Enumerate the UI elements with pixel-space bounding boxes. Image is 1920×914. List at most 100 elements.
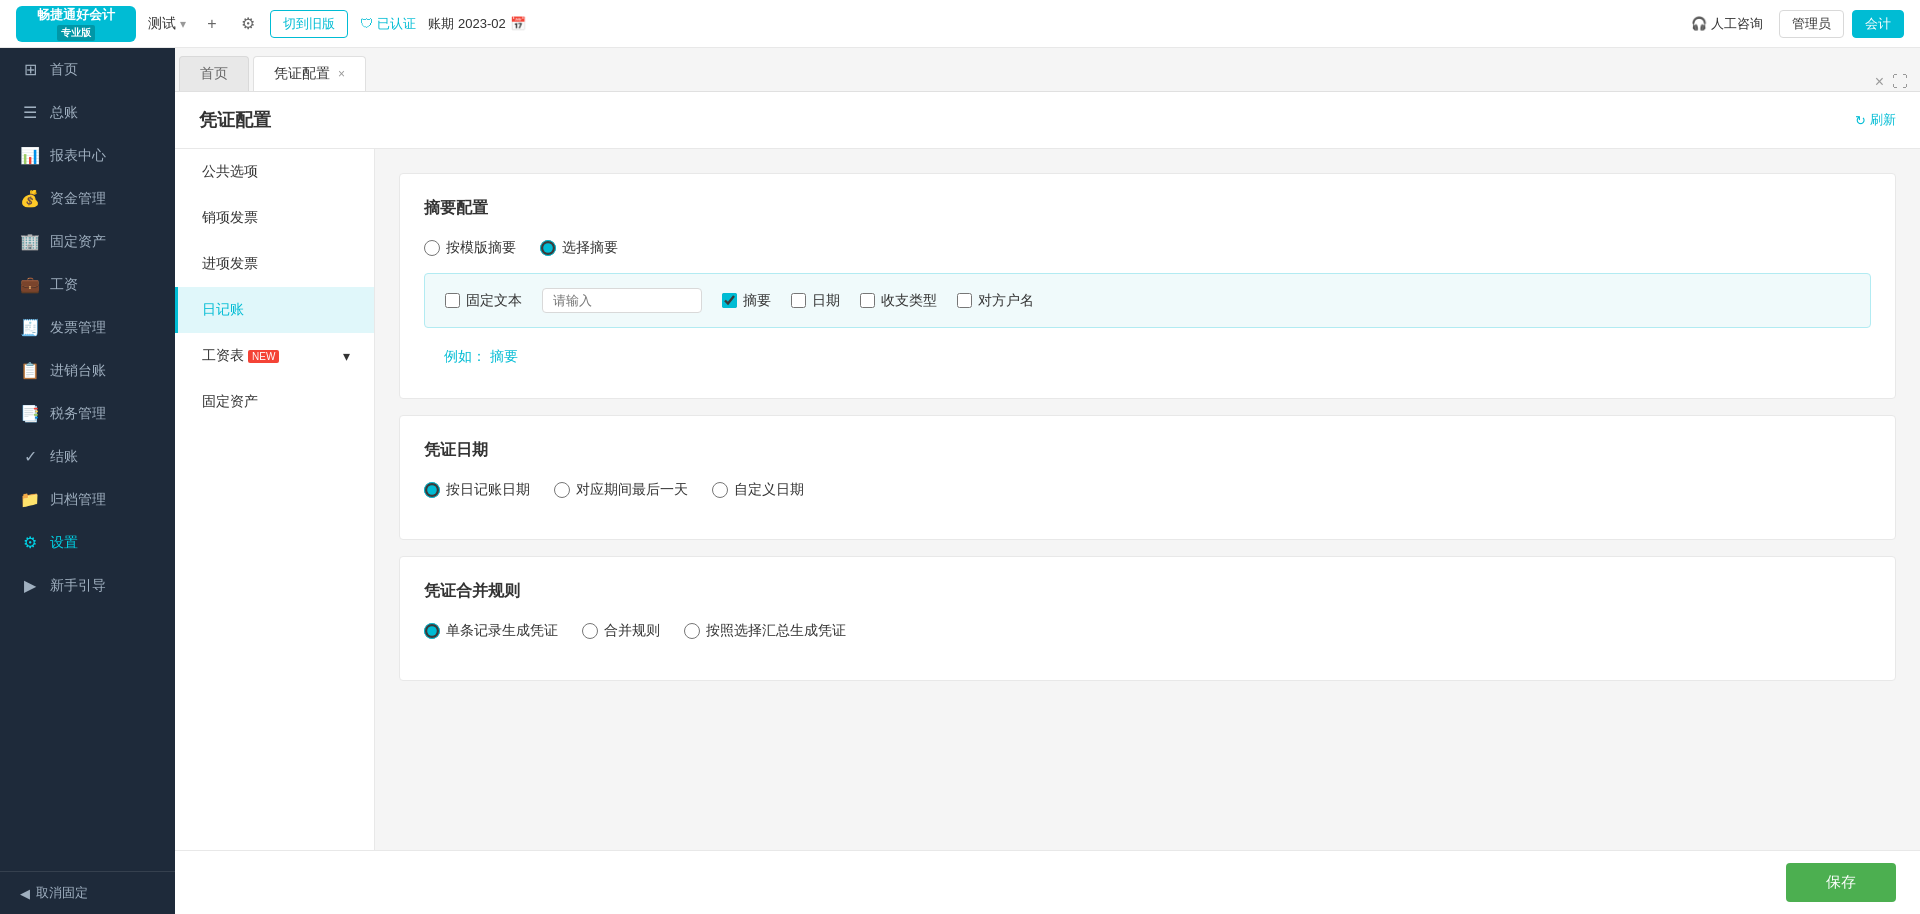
checkbox-summary[interactable]: 摘要 bbox=[722, 292, 771, 310]
checkbox-fixed-text-input[interactable] bbox=[445, 293, 460, 308]
company-selector[interactable]: 测试 ▾ bbox=[148, 15, 186, 33]
sidebar-item-invoice[interactable]: 🧾 发票管理 bbox=[0, 306, 175, 349]
sidebar-item-assets[interactable]: 🏢 固定资产 bbox=[0, 220, 175, 263]
report-icon: 📊 bbox=[20, 146, 40, 165]
radio-select-input[interactable] bbox=[540, 240, 556, 256]
radio-custom-date-input[interactable] bbox=[712, 482, 728, 498]
switch-version-button[interactable]: 切到旧版 bbox=[270, 10, 348, 38]
sidebar: ⊞ 首页 ☰ 总账 📊 报表中心 💰 资金管理 🏢 固定资产 💼 工资 🧾 发票… bbox=[0, 48, 175, 914]
nav-item-fixed-assets[interactable]: 固定资产 bbox=[175, 379, 374, 425]
accountant-button[interactable]: 会计 bbox=[1852, 10, 1904, 38]
ledger-icon: ☰ bbox=[20, 103, 40, 122]
calendar-icon[interactable]: 📅 bbox=[510, 16, 526, 31]
nav-item-payroll[interactable]: 工资表 NEW ▾ bbox=[175, 333, 374, 379]
salary-icon: 💼 bbox=[20, 275, 40, 294]
radio-journal-date-input[interactable] bbox=[424, 482, 440, 498]
nav-row-payroll: 工资表 NEW ▾ bbox=[202, 347, 350, 365]
summary-radio-group: 按模版摘要 选择摘要 bbox=[424, 239, 1871, 257]
tab-voucher-config[interactable]: 凭证配置 × bbox=[253, 56, 366, 91]
voucher-date-section: 凭证日期 按日记账日期 对应期间最后一天 bbox=[399, 415, 1896, 540]
page-header: 凭证配置 ↻ 刷新 bbox=[175, 92, 1920, 149]
home-icon: ⊞ bbox=[20, 60, 40, 79]
expand-icon[interactable]: ⛶ bbox=[1892, 73, 1908, 91]
service-button[interactable]: 🎧 人工咨询 bbox=[1691, 15, 1763, 33]
invoice-icon: 🧾 bbox=[20, 318, 40, 337]
voucher-date-radio-group: 按日记账日期 对应期间最后一天 自定义日期 bbox=[424, 481, 1871, 499]
certified-status: 🛡 已认证 bbox=[360, 15, 416, 33]
sidebar-item-report[interactable]: 📊 报表中心 bbox=[0, 134, 175, 177]
sidebar-item-archive[interactable]: 📁 归档管理 bbox=[0, 478, 175, 521]
new-badge: NEW bbox=[248, 350, 279, 363]
radio-select-merge[interactable]: 按照选择汇总生成凭证 bbox=[684, 622, 846, 640]
radio-select-summary[interactable]: 选择摘要 bbox=[540, 239, 618, 257]
radio-merge[interactable]: 合并规则 bbox=[582, 622, 660, 640]
content-area: 首页 凭证配置 × × ⛶ 凭证配置 ↻ 刷新 bbox=[175, 48, 1920, 914]
save-bar: 保存 bbox=[175, 850, 1920, 914]
checkbox-pay-type[interactable]: 收支类型 bbox=[860, 292, 937, 310]
checkbox-fixed-text[interactable]: 固定文本 bbox=[445, 292, 522, 310]
headphone-icon: 🎧 bbox=[1691, 16, 1707, 31]
cancel-fixed-button[interactable]: ◀ 取消固定 bbox=[0, 871, 175, 914]
merge-rules-section: 凭证合并规则 单条记录生成凭证 合并规则 bbox=[399, 556, 1896, 681]
refresh-button[interactable]: ↻ 刷新 bbox=[1855, 111, 1896, 129]
nav-item-public[interactable]: 公共选项 bbox=[175, 149, 374, 195]
checkbox-counterpart-input[interactable] bbox=[957, 293, 972, 308]
sidebar-item-trade[interactable]: 📋 进销台账 bbox=[0, 349, 175, 392]
topbar-right: 🎧 人工咨询 管理员 会计 bbox=[1691, 10, 1904, 38]
radio-journal-date[interactable]: 按日记账日期 bbox=[424, 481, 530, 499]
checkbox-summary-input[interactable] bbox=[722, 293, 737, 308]
settings-icon: ⚙ bbox=[20, 533, 40, 552]
radio-period-last[interactable]: 对应期间最后一天 bbox=[554, 481, 688, 499]
radio-template-input[interactable] bbox=[424, 240, 440, 256]
nav-item-journal[interactable]: 日记账 bbox=[175, 287, 374, 333]
checkbox-pay-type-input[interactable] bbox=[860, 293, 875, 308]
sidebar-item-salary[interactable]: 💼 工资 bbox=[0, 263, 175, 306]
sidebar-item-guide[interactable]: ▶ 新手引导 bbox=[0, 564, 175, 607]
sidebar-item-capital[interactable]: 💰 资金管理 bbox=[0, 177, 175, 220]
checkbox-counterpart[interactable]: 对方户名 bbox=[957, 292, 1034, 310]
company-arrow-icon: ▾ bbox=[180, 17, 186, 31]
settle-icon: ✓ bbox=[20, 447, 40, 466]
radio-template-summary[interactable]: 按模版摘要 bbox=[424, 239, 516, 257]
nav-item-purchase-invoice[interactable]: 进项发票 bbox=[175, 241, 374, 287]
merge-rules-radio-group: 单条记录生成凭证 合并规则 按照选择汇总生成凭证 bbox=[424, 622, 1871, 640]
sidebar-item-tax[interactable]: 📑 税务管理 bbox=[0, 392, 175, 435]
radio-single[interactable]: 单条记录生成凭证 bbox=[424, 622, 558, 640]
period-info: 账期 2023-02 📅 bbox=[428, 15, 526, 33]
page-content: 凭证配置 ↻ 刷新 公共选项 销项发票 进项发票 bbox=[175, 92, 1920, 914]
add-icon[interactable]: + bbox=[198, 10, 226, 38]
summary-config-title: 摘要配置 bbox=[424, 198, 1871, 219]
sidebar-item-home[interactable]: ⊞ 首页 bbox=[0, 48, 175, 91]
checkbox-date[interactable]: 日期 bbox=[791, 292, 840, 310]
manager-button[interactable]: 管理员 bbox=[1779, 10, 1844, 38]
refresh-icon: ↻ bbox=[1855, 113, 1866, 128]
tab-home[interactable]: 首页 bbox=[179, 56, 249, 91]
sidebar-item-ledger[interactable]: ☰ 总账 bbox=[0, 91, 175, 134]
radio-select-merge-input[interactable] bbox=[684, 623, 700, 639]
merge-rules-title: 凭证合并规则 bbox=[424, 581, 1871, 602]
save-button[interactable]: 保存 bbox=[1786, 863, 1896, 902]
user-buttons: 管理员 会计 bbox=[1779, 10, 1904, 38]
close-window-icon[interactable]: × bbox=[1875, 73, 1884, 91]
fixed-text-input[interactable] bbox=[542, 288, 702, 313]
sidebar-item-settle[interactable]: ✓ 结账 bbox=[0, 435, 175, 478]
radio-period-last-input[interactable] bbox=[554, 482, 570, 498]
tab-bar: 首页 凭证配置 × × ⛶ bbox=[175, 48, 1920, 92]
capital-icon: 💰 bbox=[20, 189, 40, 208]
summary-checkbox-row: 固定文本 摘要 日期 bbox=[424, 273, 1871, 328]
tab-close-icon[interactable]: × bbox=[338, 67, 345, 81]
tab-actions: × ⛶ bbox=[1875, 73, 1920, 91]
right-content: 摘要配置 按模版摘要 选择摘要 bbox=[375, 149, 1920, 863]
voucher-date-title: 凭证日期 bbox=[424, 440, 1871, 461]
radio-custom-date[interactable]: 自定义日期 bbox=[712, 481, 804, 499]
sidebar-item-settings[interactable]: ⚙ 设置 bbox=[0, 521, 175, 564]
radio-merge-input[interactable] bbox=[582, 623, 598, 639]
main-layout: ⊞ 首页 ☰ 总账 📊 报表中心 💰 资金管理 🏢 固定资产 💼 工资 🧾 发票… bbox=[0, 48, 1920, 914]
nav-item-sales-invoice[interactable]: 销项发票 bbox=[175, 195, 374, 241]
radio-single-input[interactable] bbox=[424, 623, 440, 639]
gear-icon[interactable]: ⚙ bbox=[234, 10, 262, 38]
left-arrow-icon: ◀ bbox=[20, 886, 30, 901]
nav-arrow-icon: ▾ bbox=[343, 348, 350, 364]
app-logo: 畅捷通好会计 专业版 bbox=[16, 6, 136, 42]
checkbox-date-input[interactable] bbox=[791, 293, 806, 308]
